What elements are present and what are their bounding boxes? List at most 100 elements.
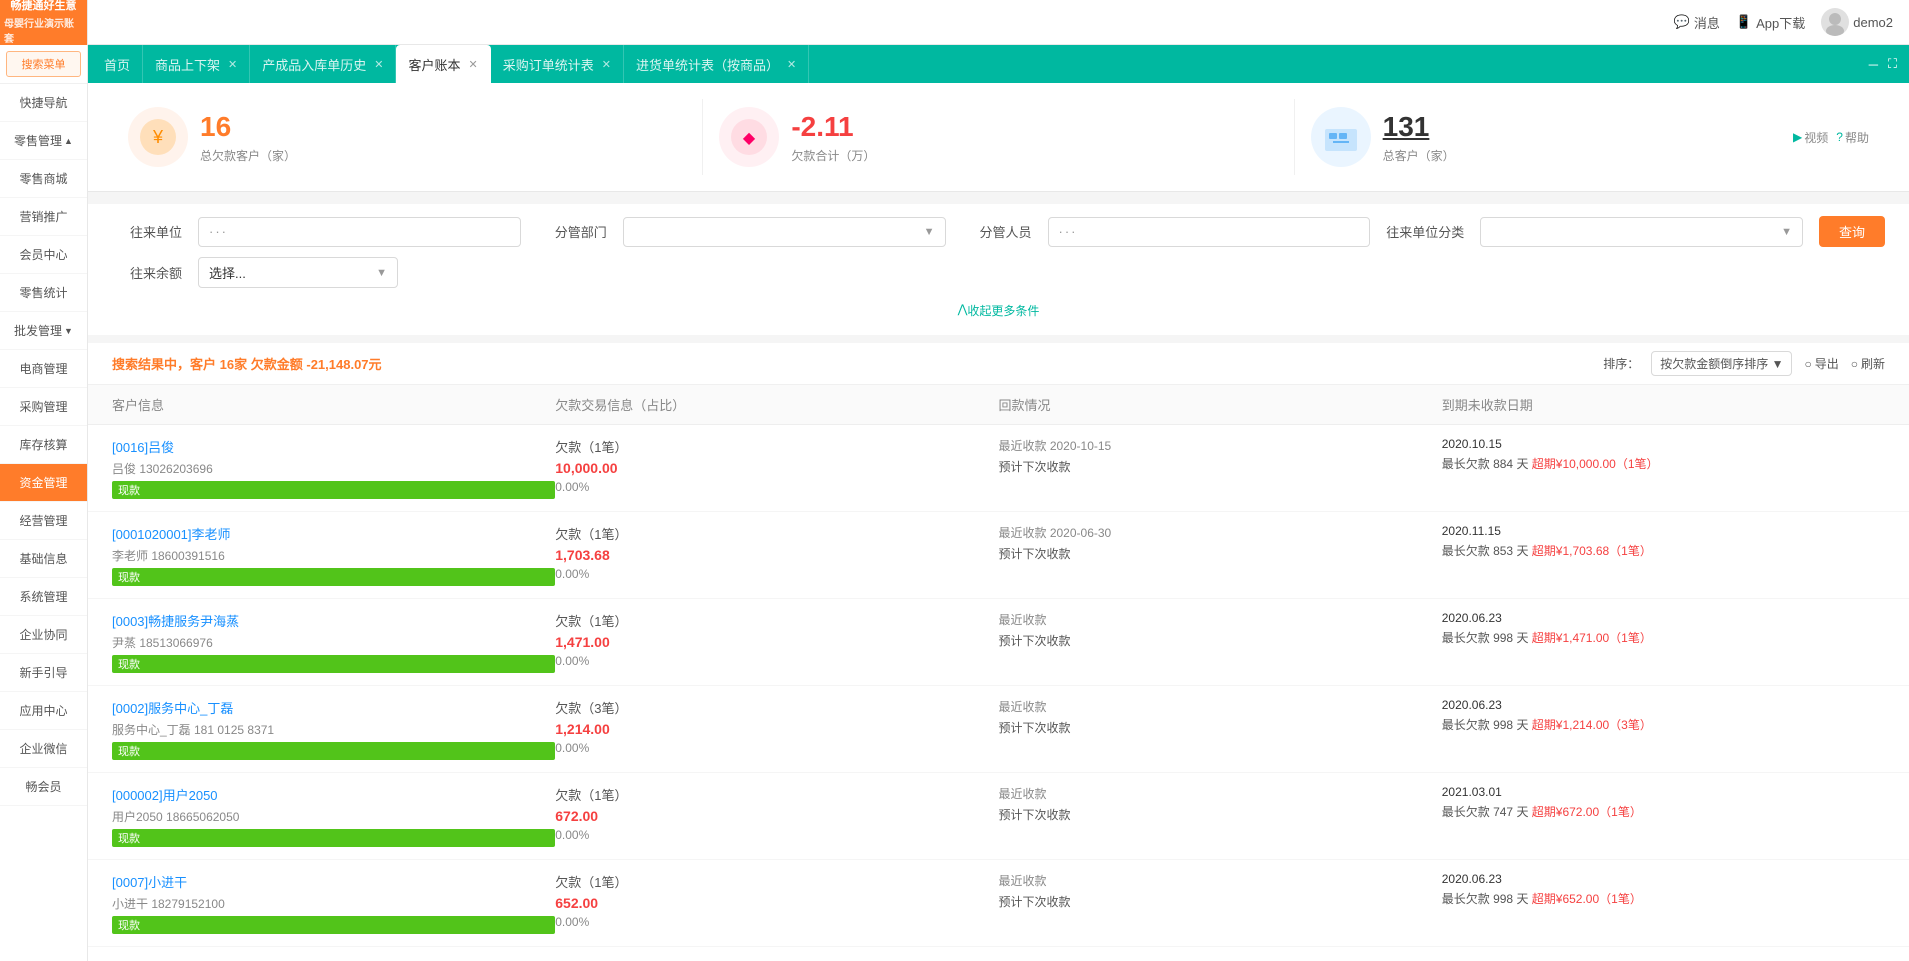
tab-close-icon[interactable]: ✕ <box>374 58 383 71</box>
sidebar-item-retail-management[interactable]: 零售管理 ▲ <box>0 122 87 160</box>
customer-tag: 现款 <box>112 481 555 499</box>
logo-subtitle: 母婴行业演示账套 <box>4 15 83 45</box>
overdue-link[interactable]: 超期¥1,703.68（1笔） <box>1532 544 1652 558</box>
sidebar-item-purchase[interactable]: 采购管理 <box>0 388 87 426</box>
tab-purchase-goods-stats[interactable]: 进货单统计表（按商品） ✕ <box>624 45 809 83</box>
filter-row-2: 往来余额 选择... ▼ <box>112 257 1885 288</box>
customer-name-link[interactable]: [0007]小进干 <box>112 872 555 891</box>
dots-icon: ··· <box>1059 224 1078 239</box>
sidebar-item-ecommerce[interactable]: 电商管理 <box>0 350 87 388</box>
tab-bar: 首页 商品上下架 ✕ 产成品入库单历史 ✕ 客户账本 ✕ 采购订单统计表 ✕ 进… <box>88 45 1909 83</box>
result-amount-prefix: 欠款金额 <box>251 357 303 372</box>
debt-info-cell: 欠款（1笔） 1,471.00 0.00% <box>555 611 998 668</box>
export-button[interactable]: ○ 导出 <box>1804 355 1838 372</box>
tab-close-icon[interactable]: ✕ <box>602 58 611 71</box>
tab-close-icon[interactable]: ✕ <box>228 58 237 71</box>
sidebar-item-marketing[interactable]: 营销推广 <box>0 198 87 236</box>
manager-input[interactable]: ··· <box>1048 217 1371 247</box>
sidebar-item-newbie[interactable]: 新手引导 <box>0 654 87 692</box>
chevron-down-icon: ▼ <box>64 326 73 336</box>
customer-name-link[interactable]: [0001020001]李老师 <box>112 524 555 543</box>
customer-name-link[interactable]: [0002]服务中心_丁磊 <box>112 698 555 717</box>
chevron-up-icon: ⋀ <box>958 302 968 319</box>
category-select[interactable]: ▼ <box>1480 217 1803 247</box>
last-payment: 最近收款 2020-06-30 <box>999 524 1442 541</box>
next-payment: 预计下次收款 <box>999 806 1442 823</box>
debt-amount: 10,000.00 <box>555 460 998 476</box>
sidebar-item-apps[interactable]: 应用中心 <box>0 692 87 730</box>
window-minimize-icon[interactable]: － <box>1867 55 1880 74</box>
col-overdue: 到期未收款日期 <box>1442 395 1885 414</box>
sidebar-item-finance[interactable]: 资金管理 <box>0 464 87 502</box>
customer-name-link[interactable]: [0003]畅捷服务尹海蒸 <box>112 611 555 630</box>
source-unit-input[interactable]: ··· <box>198 217 521 247</box>
sidebar-item-retail-mall[interactable]: 零售商城 <box>0 160 87 198</box>
sidebar-item-retail-stats[interactable]: 零售统计 <box>0 274 87 312</box>
sidebar-item-label: 零售统计 <box>19 284 67 301</box>
download-button[interactable]: 📱 App下载 <box>1736 13 1805 32</box>
tab-purchase-stats[interactable]: 采购订单统计表 ✕ <box>491 45 624 83</box>
customer-phone: 用户2050 18665062050 <box>112 808 555 825</box>
data-table: 客户信息 欠款交易信息（占比） 回款情况 到期未收款日期 [0016]吕俊 吕俊… <box>88 385 1909 961</box>
sidebar-item-wholesale[interactable]: 批发管理 ▼ <box>0 312 87 350</box>
debt-count: 欠款（1笔） <box>555 872 998 891</box>
tab-close-icon[interactable]: ✕ <box>469 58 478 71</box>
video-icon: ▶ <box>1793 130 1802 144</box>
col-debt-info: 欠款交易信息（占比） <box>555 395 998 414</box>
help-link[interactable]: ? 帮助 <box>1836 129 1869 146</box>
tab-home[interactable]: 首页 <box>92 45 143 83</box>
sidebar-item-system[interactable]: 系统管理 <box>0 578 87 616</box>
sidebar-item-wechat[interactable]: 企业微信 <box>0 730 87 768</box>
tab-product-status[interactable]: 商品上下架 ✕ <box>143 45 250 83</box>
customer-name-link[interactable]: [000002]用户2050 <box>112 785 555 804</box>
overdue-link[interactable]: 超期¥652.00（1笔） <box>1532 892 1642 906</box>
result-actions: 排序： 按欠款金额倒序排序 ▼ ○ 导出 ○ 刷新 <box>1603 351 1885 376</box>
customer-info-cell: [000002]用户2050 用户2050 18665062050 现款 <box>112 785 555 847</box>
sidebar-item-inventory[interactable]: 库存核算 <box>0 426 87 464</box>
overdue-link[interactable]: 超期¥672.00（1笔） <box>1532 805 1642 819</box>
sidebar-item-membership[interactable]: 畅会员 <box>0 768 87 806</box>
debtors-icon: ¥ <box>128 107 188 167</box>
customer-info-cell: [0016]吕俊 吕俊 13026203696 现款 <box>112 437 555 499</box>
dept-select[interactable]: ▼ <box>623 217 946 247</box>
tab-product-history[interactable]: 产成品入库单历史 ✕ <box>250 45 396 83</box>
search-menu-button[interactable]: 搜索菜单 <box>6 51 81 77</box>
sidebar-search-area[interactable]: 搜索菜单 <box>0 45 87 84</box>
collapse-filters-button[interactable]: ⋀ 收起更多条件 <box>112 298 1885 323</box>
tab-close-icon[interactable]: ✕ <box>787 58 796 71</box>
overdue-link[interactable]: 超期¥1,214.00（3笔） <box>1532 718 1652 732</box>
sort-select[interactable]: 按欠款金额倒序排序 ▼ <box>1651 351 1792 376</box>
user-menu[interactable]: demo2 <box>1821 8 1893 36</box>
refresh-button[interactable]: ○ 刷新 <box>1851 355 1885 372</box>
query-button[interactable]: 查询 <box>1819 216 1885 247</box>
window-maximize-icon[interactable]: ⛶ <box>1888 56 1897 72</box>
sidebar-item-members[interactable]: 会员中心 <box>0 236 87 274</box>
col-customer-info: 客户信息 <box>112 395 555 414</box>
chevron-down-icon: ▲ <box>64 136 73 146</box>
overdue-link[interactable]: 超期¥1,471.00（1笔） <box>1532 631 1652 645</box>
next-payment: 预计下次收款 <box>999 632 1442 649</box>
video-link[interactable]: ▶ 视频 <box>1793 129 1828 146</box>
message-button[interactable]: 💬 消息 <box>1674 13 1720 32</box>
username-label: demo2 <box>1853 15 1893 30</box>
sidebar-item-enterprise[interactable]: 企业协同 <box>0 616 87 654</box>
sidebar-item-operations[interactable]: 经营管理 <box>0 502 87 540</box>
export-icon: ○ <box>1804 357 1811 371</box>
result-amount: -21,148.07元 <box>306 357 381 372</box>
balance-select[interactable]: 选择... ▼ <box>198 257 398 288</box>
sidebar-item-label: 零售商城 <box>19 170 67 187</box>
tab-customer-ledger[interactable]: 客户账本 ✕ <box>396 45 490 83</box>
tab-controls: － ⛶ <box>1859 55 1905 74</box>
sidebar-item-label: 采购管理 <box>19 398 67 415</box>
stat-card-debtors: ¥ 16 总欠款客户（家） <box>112 99 703 175</box>
recovery-info-cell: 最近收款 预计下次收款 <box>999 698 1442 736</box>
next-payment: 预计下次收款 <box>999 545 1442 562</box>
tab-label: 客户账本 <box>408 55 460 74</box>
download-label: App下载 <box>1756 13 1805 32</box>
overdue-link[interactable]: 超期¥10,000.00（1笔） <box>1532 457 1659 471</box>
debt-info: -2.11 欠款合计（万） <box>791 111 875 164</box>
balance-label: 往来余额 <box>112 263 182 282</box>
sidebar-item-label: 零售管理 <box>14 132 62 149</box>
customer-name-link[interactable]: [0016]吕俊 <box>112 437 555 456</box>
sidebar-item-basic-info[interactable]: 基础信息 <box>0 540 87 578</box>
